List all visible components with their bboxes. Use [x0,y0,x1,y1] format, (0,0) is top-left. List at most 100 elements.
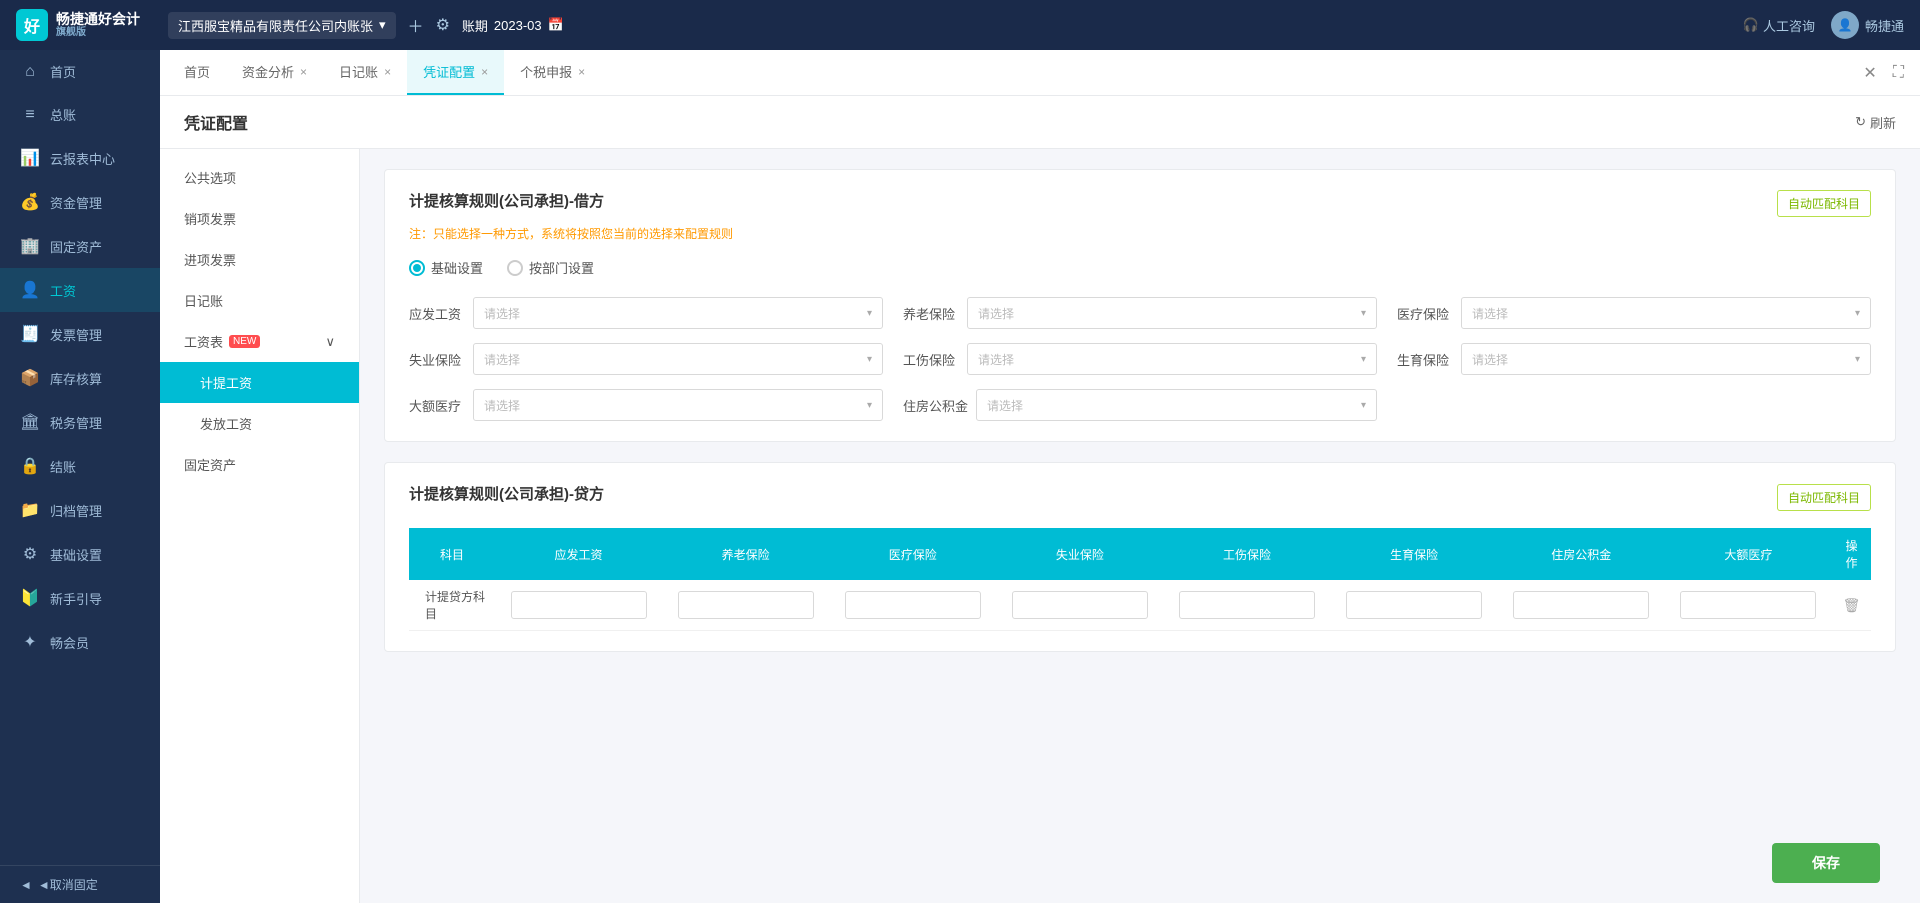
maternity-label: 生育保险 [1397,350,1453,369]
radio-basic[interactable]: 基础设置 [409,258,483,277]
input-salary[interactable] [511,591,647,619]
page-title: 凭证配置 [184,110,248,134]
sidebar-item-ledger[interactable]: ≡ 总账 [0,93,160,136]
sidebar-item-settings[interactable]: ⚙ 基础设置 [0,532,160,576]
tab-voucher-close[interactable]: × [481,65,488,79]
tab-home[interactable]: 首页 [168,50,226,95]
tab-capital-close[interactable]: × [300,65,307,79]
tab-journal-close[interactable]: × [384,65,391,79]
tab-close-icon[interactable]: ✕ [1859,59,1880,87]
sidebar-item-home[interactable]: ⌂ 首页 [0,50,160,93]
credit-section-title: 计提核算规则(公司承担)-贷方 [409,483,604,504]
tab-voucher-label: 凭证配置 [423,62,475,81]
nav-purchase[interactable]: 进项发票 [160,239,359,280]
medical-select[interactable]: 请选择 ▾ [1461,297,1871,329]
tab-journal[interactable]: 日记账 × [323,50,407,95]
form-row-unemployment: 失业保险 请选择 ▾ [409,343,883,375]
sidebar-label-inventory: 库存核算 [50,369,102,388]
sidebar-item-member[interactable]: ✦ 畅会员 [0,620,160,664]
th-salary: 应发工资 [495,528,662,580]
nav-salary-pay[interactable]: 发放工资 [160,403,359,444]
nav-public[interactable]: 公共选项 [160,157,359,198]
table-row: 计提贷方科目 🗑 [409,580,1871,631]
unemployment-label: 失业保险 [409,350,465,369]
cell-pension [662,580,829,631]
pension-select[interactable]: 请选择 ▾ [967,297,1377,329]
save-button[interactable]: 保存 [1772,843,1880,883]
sidebar: ⌂ 首页 ≡ 总账 📊 云报表中心 💰 资金管理 🏢 固定资产 👤 工资 🧾 发… [0,50,160,903]
tab-voucher[interactable]: 凭证配置 × [407,50,504,95]
credit-auto-match-button[interactable]: 自动匹配科目 [1777,484,1871,511]
tab-expand-icon[interactable]: ⛶ [1889,60,1908,86]
sidebar-item-inventory[interactable]: 📦 库存核算 [0,356,160,400]
cancel-fixed-button[interactable]: ◄ ◄取消固定 [0,865,160,903]
delete-row-icon[interactable]: 🗑 [1843,597,1861,613]
period-value: 2023-03 [494,18,542,33]
sidebar-label-tax: 税务管理 [50,413,102,432]
big-medical-select[interactable]: 请选择 ▾ [473,389,883,421]
service-button[interactable]: 🎧 人工咨询 [1743,16,1815,35]
sidebar-item-archive[interactable]: 📁 归档管理 [0,488,160,532]
nav-fixed-assets[interactable]: 固定资产 [160,444,359,485]
salary-label: 应发工资 [409,304,465,323]
input-housing-fund[interactable] [1513,591,1649,619]
page-header: 凭证配置 ↻ 刷新 [160,96,1920,149]
sidebar-label-ledger: 总账 [50,105,76,124]
input-maternity[interactable] [1346,591,1482,619]
sidebar-item-close[interactable]: 🔒 结账 [0,444,160,488]
work-injury-select[interactable]: 请选择 ▾ [967,343,1377,375]
radio-basic-circle [409,260,425,276]
work-injury-arrow: ▾ [1361,354,1366,365]
add-button[interactable]: ＋ [408,13,424,37]
settings-icon[interactable]: ⚙ [436,15,450,35]
main-panel: 计提核算规则(公司承担)-借方 自动匹配科目 注：只能选择一种方式，系统将按照您… [360,149,1920,903]
close-books-icon: 🔒 [20,456,40,476]
big-medical-placeholder: 请选择 [484,397,520,414]
debit-section: 计提核算规则(公司承担)-借方 自动匹配科目 注：只能选择一种方式，系统将按照您… [384,169,1896,442]
company-selector[interactable]: 江西服宝精品有限责任公司内账张 ▾ [168,12,396,39]
expand-icon: ∨ [325,334,335,350]
refresh-button[interactable]: ↻ 刷新 [1855,113,1896,132]
tab-tax[interactable]: 个税申报 × [504,50,601,95]
sidebar-item-reports[interactable]: 📊 云报表中心 [0,136,160,180]
avatar: 👤 [1831,11,1859,39]
sidebar-item-guide[interactable]: 🔰 新手引导 [0,576,160,620]
logo-text: 畅捷通好会计 旗舰版 [56,11,140,40]
username: 畅捷通 [1865,16,1904,35]
form-row-salary: 应发工资 请选择 ▾ [409,297,883,329]
top-right: 🎧 人工咨询 👤 畅捷通 [1743,11,1904,39]
input-big-medical[interactable] [1680,591,1816,619]
tab-tax-close[interactable]: × [578,65,585,79]
input-unemployment[interactable] [1012,591,1148,619]
work-injury-placeholder: 请选择 [978,351,1014,368]
nav-salary-table[interactable]: 工资表 NEW ∨ [160,321,359,362]
radio-dept[interactable]: 按部门设置 [507,258,594,277]
unemployment-select[interactable]: 请选择 ▾ [473,343,883,375]
nav-sales[interactable]: 销项发票 [160,198,359,239]
sidebar-label-invoice: 发票管理 [50,325,102,344]
sidebar-item-tax[interactable]: 🏛 税务管理 [0,400,160,444]
input-pension[interactable] [678,591,814,619]
housing-fund-select[interactable]: 请选择 ▾ [976,389,1377,421]
debit-auto-match-button[interactable]: 自动匹配科目 [1777,190,1871,217]
sidebar-label-member: 畅会员 [50,633,89,652]
tab-capital[interactable]: 资金分析 × [226,50,323,95]
radio-basic-label: 基础设置 [431,258,483,277]
maternity-select[interactable]: 请选择 ▾ [1461,343,1871,375]
sidebar-item-fixed[interactable]: 🏢 固定资产 [0,224,160,268]
main-layout: ⌂ 首页 ≡ 总账 📊 云报表中心 💰 资金管理 🏢 固定资产 👤 工资 🧾 发… [0,50,1920,903]
save-btn-area: 保存 [1772,843,1880,883]
th-subject: 科目 [409,528,495,580]
sidebar-item-salary[interactable]: 👤 工资 [0,268,160,312]
nav-salary-accrue[interactable]: 计提工资 [160,362,359,403]
input-medical[interactable] [845,591,981,619]
salary-select[interactable]: 请选择 ▾ [473,297,883,329]
sidebar-item-capital[interactable]: 💰 资金管理 [0,180,160,224]
user-info[interactable]: 👤 畅捷通 [1831,11,1904,39]
sidebar-label-close: 结账 [50,457,76,476]
nav-journal[interactable]: 日记账 [160,280,359,321]
sidebar-item-invoice[interactable]: 🧾 发票管理 [0,312,160,356]
calendar-icon[interactable]: 📅 [548,17,564,33]
left-nav: 公共选项 销项发票 进项发票 日记账 工资表 NEW ∨ [160,149,360,903]
input-work-injury[interactable] [1179,591,1315,619]
